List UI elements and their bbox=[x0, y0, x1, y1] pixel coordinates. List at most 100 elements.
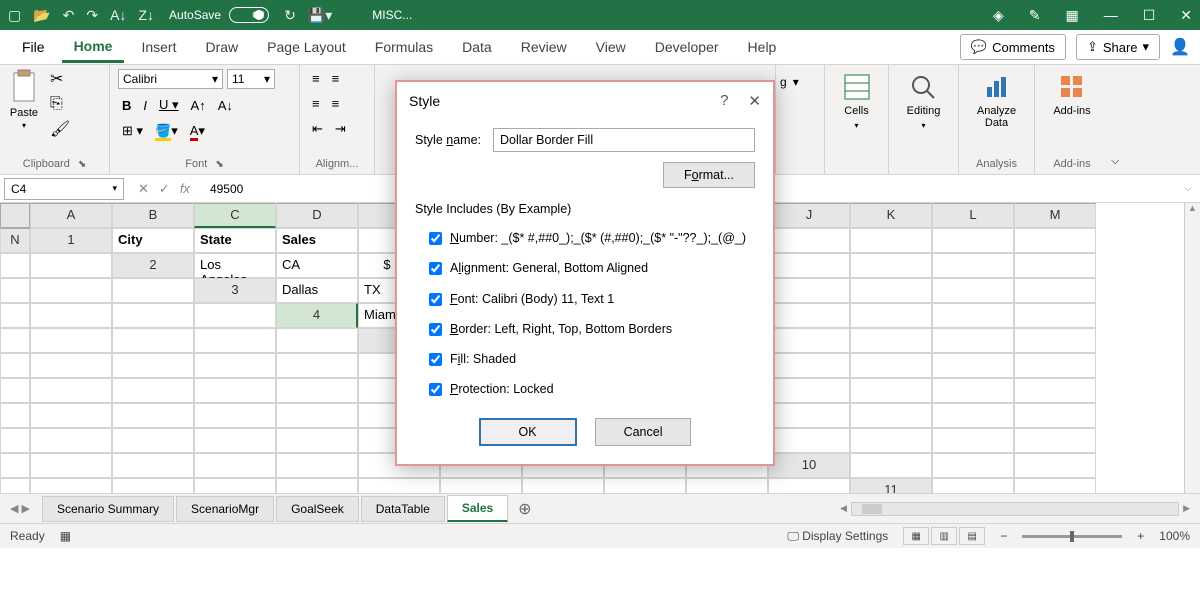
paste-button[interactable]: Paste▾ bbox=[8, 69, 40, 130]
tab-data[interactable]: Data bbox=[450, 33, 504, 61]
font-name-combo[interactable]: Calibri▾ bbox=[118, 69, 223, 89]
cell[interactable] bbox=[194, 478, 276, 493]
cell[interactable] bbox=[112, 403, 194, 428]
cell[interactable] bbox=[0, 328, 30, 353]
zoom-level[interactable]: 100% bbox=[1159, 529, 1190, 543]
cell[interactable] bbox=[1014, 378, 1096, 403]
cell[interactable] bbox=[0, 278, 30, 303]
cell[interactable] bbox=[850, 253, 932, 278]
cell[interactable] bbox=[194, 378, 276, 403]
cell[interactable]: State bbox=[194, 228, 276, 253]
tab-view[interactable]: View bbox=[584, 33, 638, 61]
tab-formulas[interactable]: Formulas bbox=[363, 33, 445, 61]
row-header[interactable]: 2 bbox=[112, 253, 194, 278]
macro-icon[interactable]: ▦ bbox=[60, 529, 71, 543]
tab-insert[interactable]: Insert bbox=[129, 33, 188, 61]
cell[interactable] bbox=[0, 253, 30, 278]
cell[interactable] bbox=[358, 478, 440, 493]
column-header[interactable]: C bbox=[194, 203, 276, 228]
column-header[interactable]: J bbox=[768, 203, 850, 228]
toggle-switch[interactable]: Off bbox=[229, 7, 269, 23]
cell[interactable] bbox=[194, 403, 276, 428]
zoom-slider[interactable] bbox=[1022, 535, 1122, 538]
cell[interactable] bbox=[1014, 478, 1096, 493]
cells-button[interactable]: Cells▾ bbox=[839, 69, 875, 134]
cell[interactable] bbox=[276, 428, 358, 453]
cell[interactable] bbox=[0, 478, 30, 493]
cell[interactable] bbox=[276, 478, 358, 493]
protection-checkbox[interactable] bbox=[429, 383, 442, 396]
cell[interactable] bbox=[932, 303, 1014, 328]
cell[interactable] bbox=[850, 378, 932, 403]
comments-button[interactable]: 💬Comments bbox=[960, 34, 1066, 60]
cell[interactable] bbox=[768, 228, 850, 253]
cell[interactable] bbox=[112, 278, 194, 303]
cut-icon[interactable]: ✂ bbox=[50, 69, 70, 89]
analyze-data-button[interactable]: Analyze Data bbox=[967, 69, 1026, 133]
cell[interactable] bbox=[1014, 353, 1096, 378]
cell[interactable] bbox=[194, 453, 276, 478]
cell[interactable]: Sales bbox=[276, 228, 358, 253]
sort-desc-icon[interactable]: Z↓ bbox=[138, 7, 154, 23]
addins-button[interactable]: Add-ins bbox=[1049, 69, 1094, 121]
cell[interactable] bbox=[0, 428, 30, 453]
cell[interactable] bbox=[30, 403, 112, 428]
cell[interactable]: City bbox=[112, 228, 194, 253]
font-color-button[interactable]: A▾ bbox=[186, 121, 209, 141]
cell[interactable] bbox=[30, 328, 112, 353]
cell[interactable] bbox=[768, 303, 850, 328]
cell[interactable] bbox=[30, 428, 112, 453]
cell[interactable]: Los Angeles bbox=[194, 253, 276, 278]
format-button[interactable]: Format... bbox=[663, 162, 755, 188]
collapse-ribbon-icon[interactable]: ⌵ bbox=[1111, 155, 1119, 168]
cell[interactable] bbox=[30, 378, 112, 403]
column-header[interactable]: A bbox=[30, 203, 112, 228]
cell[interactable]: CA bbox=[276, 253, 358, 278]
zoom-out-icon[interactable]: − bbox=[1000, 529, 1007, 543]
cell[interactable] bbox=[768, 253, 850, 278]
cell[interactable] bbox=[850, 403, 932, 428]
cell[interactable] bbox=[850, 453, 932, 478]
cell[interactable] bbox=[194, 353, 276, 378]
cell[interactable] bbox=[1014, 428, 1096, 453]
help-icon[interactable]: ? bbox=[720, 92, 728, 110]
pencil-icon[interactable]: ✎ bbox=[1029, 7, 1041, 24]
align-middle-icon[interactable]: ≡ bbox=[328, 69, 344, 88]
user-icon[interactable]: 👤 bbox=[1170, 37, 1190, 57]
cell[interactable] bbox=[112, 378, 194, 403]
cell[interactable] bbox=[932, 453, 1014, 478]
close-icon[interactable]: ✕ bbox=[748, 92, 761, 110]
cell[interactable] bbox=[194, 428, 276, 453]
cell[interactable] bbox=[440, 478, 522, 493]
cancel-button[interactable]: Cancel bbox=[595, 418, 692, 446]
cell[interactable] bbox=[522, 478, 604, 493]
horizontal-scrollbar[interactable] bbox=[851, 502, 1179, 516]
fx-icon[interactable]: fx bbox=[180, 181, 190, 197]
diamond-icon[interactable]: ◈ bbox=[993, 7, 1004, 24]
ribbon-options-icon[interactable]: ▦ bbox=[1065, 7, 1078, 24]
row-header[interactable]: 3 bbox=[194, 278, 276, 303]
cell[interactable] bbox=[932, 228, 1014, 253]
row-header[interactable]: 1 bbox=[30, 228, 112, 253]
display-settings-button[interactable]: 🖵 Display Settings bbox=[787, 529, 888, 544]
cell[interactable] bbox=[1014, 303, 1096, 328]
cell[interactable] bbox=[768, 278, 850, 303]
cell[interactable] bbox=[30, 478, 112, 493]
bold-button[interactable]: B bbox=[118, 96, 135, 115]
font-launcher-icon[interactable]: ⬊ bbox=[215, 159, 223, 170]
cell[interactable] bbox=[0, 403, 30, 428]
cell[interactable] bbox=[768, 428, 850, 453]
cell[interactable] bbox=[850, 228, 932, 253]
vertical-scrollbar[interactable]: ▲ bbox=[1184, 203, 1200, 493]
tab-help[interactable]: Help bbox=[736, 33, 789, 61]
alignment-checkbox[interactable] bbox=[429, 262, 442, 275]
style-name-input[interactable] bbox=[493, 128, 755, 152]
cell[interactable] bbox=[112, 428, 194, 453]
cell[interactable] bbox=[276, 403, 358, 428]
cell[interactable] bbox=[768, 403, 850, 428]
cell[interactable] bbox=[112, 303, 194, 328]
column-header[interactable]: N bbox=[0, 228, 30, 253]
cell[interactable] bbox=[0, 303, 30, 328]
open-icon[interactable]: 📂 bbox=[33, 7, 50, 24]
name-box[interactable]: C4▾ bbox=[4, 178, 124, 200]
